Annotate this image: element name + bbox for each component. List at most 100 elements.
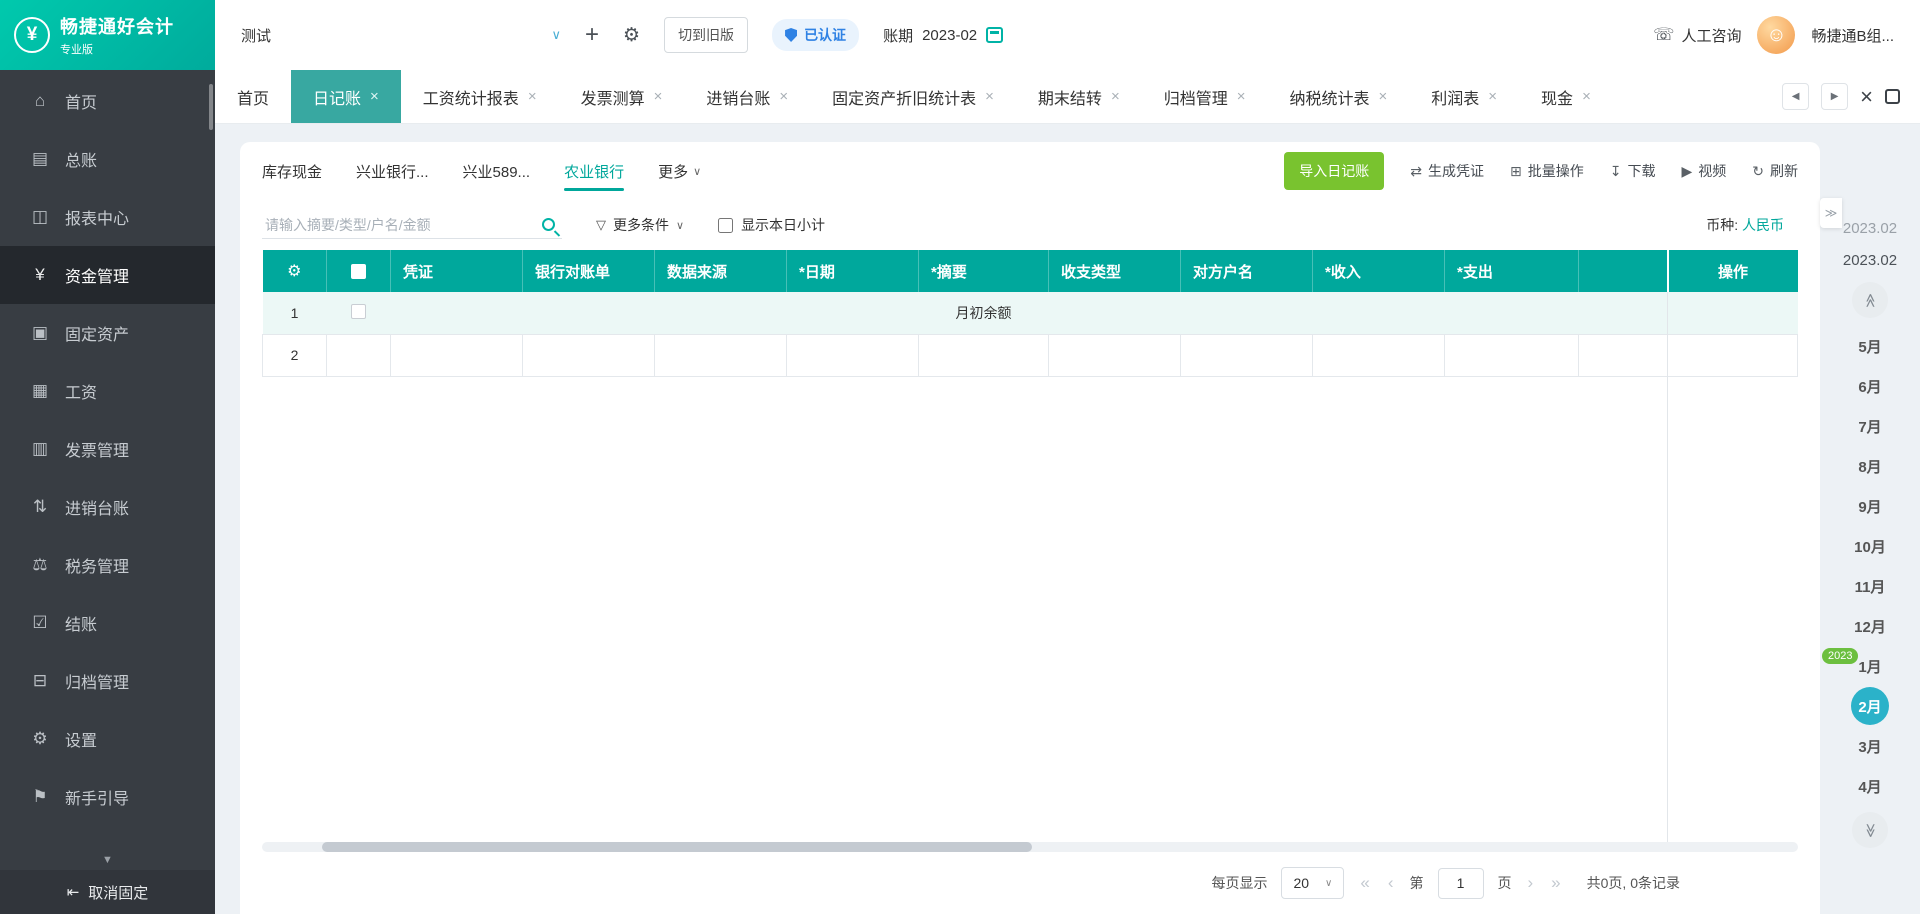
import-journal-button[interactable]: 导入日记账 (1284, 152, 1385, 190)
generate-voucher-button[interactable]: ⇄ 生成凭证 (1410, 161, 1484, 181)
sidebar-item-purchase-sales-ledger[interactable]: ⇅ 进销台账 (0, 478, 215, 536)
tab-cash[interactable]: 现金 × (1519, 70, 1613, 123)
user-name[interactable]: 畅捷通B组... (1811, 25, 1894, 46)
tab-profit-statement[interactable]: 利润表 × (1409, 70, 1519, 123)
sidebar-item-archive-management[interactable]: ⊟ 归档管理 (0, 652, 215, 710)
sidebar-item-general-ledger[interactable]: ▤ 总账 (0, 130, 215, 188)
close-icon[interactable]: × (1111, 88, 1120, 105)
close-icon[interactable]: × (654, 88, 663, 105)
tab-tax-report[interactable]: 纳税统计表 × (1267, 70, 1409, 123)
tab-purchase-sales-ledger[interactable]: 进销台账 × (684, 70, 810, 123)
months-scroll-up-button[interactable]: ≪ (1852, 282, 1888, 318)
entry-cell[interactable] (522, 333, 655, 377)
selected-period[interactable]: 2023.02 (1843, 252, 1897, 269)
video-button[interactable]: ▶ 视频 (1681, 161, 1726, 181)
month-item-march[interactable]: 3月 (1840, 726, 1900, 766)
close-all-tabs-button[interactable]: × (1860, 85, 1873, 108)
column-settings-gear-icon[interactable]: ⚙ (287, 263, 301, 280)
month-item-may[interactable]: 5月 (1840, 326, 1900, 366)
month-item-august[interactable]: 8月 (1840, 446, 1900, 486)
workspace-selector[interactable]: 测试 ∨ (241, 25, 561, 46)
month-item-october[interactable]: 10月 (1840, 526, 1900, 566)
avatar[interactable]: ☺ (1757, 16, 1796, 54)
entry-cell[interactable] (1667, 333, 1798, 377)
entry-cell[interactable] (1048, 333, 1181, 377)
sidebar-item-fixed-assets[interactable]: ▣ 固定资产 (0, 304, 215, 362)
entry-cell[interactable] (786, 333, 919, 377)
page-number-input[interactable] (1437, 867, 1484, 899)
subtab-cash-on-hand[interactable]: 库存现金 (262, 142, 322, 200)
cancel-pin-button[interactable]: ⇤ 取消固定 (0, 870, 215, 914)
select-all-checkbox[interactable] (351, 264, 366, 280)
month-item-february-active[interactable]: 2月 (1851, 687, 1889, 725)
show-daily-subtotal-checkbox[interactable] (718, 217, 734, 233)
row-checkbox[interactable] (351, 303, 366, 319)
entry-cell[interactable] (326, 333, 391, 377)
sidebar-scrollbar[interactable] (209, 84, 213, 130)
first-page-button[interactable]: « (1358, 873, 1371, 893)
month-item-april[interactable]: 4月 (1840, 766, 1900, 806)
month-item-september[interactable]: 9月 (1840, 486, 1900, 526)
panel-collapse-icon[interactable]: ≫ (1820, 198, 1842, 228)
tab-journal[interactable]: 日记账 × (291, 70, 401, 123)
tab-invoice-estimate[interactable]: 发票测算 × (559, 70, 685, 123)
horizontal-scrollbar[interactable] (262, 842, 1798, 852)
entry-cell[interactable] (1312, 333, 1445, 377)
sidebar-item-home[interactable]: ⌂ 首页 (0, 72, 215, 130)
tab-period-end-transfer[interactable]: 期末结转 × (1016, 70, 1142, 123)
close-icon[interactable]: × (1237, 88, 1246, 105)
entry-cell[interactable] (1578, 333, 1668, 377)
entry-cell[interactable] (390, 333, 523, 377)
download-button[interactable]: ↧ 下载 (1610, 161, 1656, 181)
close-icon[interactable]: × (1379, 88, 1388, 105)
sidebar-item-beginner-guide[interactable]: ⚑ 新手引导 (0, 768, 215, 826)
close-icon[interactable]: × (528, 88, 537, 105)
close-icon[interactable]: × (1582, 88, 1591, 105)
support-button[interactable]: ☏ 人工咨询 (1653, 25, 1741, 46)
sidebar-item-fund-management[interactable]: ¥ 资金管理 (0, 246, 215, 304)
search-icon[interactable] (542, 218, 555, 231)
horizontal-scrollbar-thumb[interactable] (322, 842, 1032, 852)
batch-operation-button[interactable]: ⊞ 批量操作 (1510, 161, 1584, 181)
close-icon[interactable]: × (370, 88, 379, 105)
entry-cell[interactable] (918, 333, 1049, 377)
accounting-period[interactable]: 账期 2023-02 (883, 25, 1004, 46)
sidebar-item-invoice-management[interactable]: ▥ 发票管理 (0, 420, 215, 478)
refresh-button[interactable]: ↻ 刷新 (1752, 161, 1798, 181)
tab-depreciation-report[interactable]: 固定资产折旧统计表 × (810, 70, 1016, 123)
previous-page-button[interactable]: ‹ (1386, 873, 1396, 893)
close-icon[interactable]: × (1488, 88, 1497, 105)
subtab-xingye-589[interactable]: 兴业589... (463, 142, 531, 200)
subtab-more[interactable]: 更多 ∨ (658, 142, 701, 200)
tab-scroll-right-button[interactable]: ▶ (1821, 83, 1849, 110)
currency-value[interactable]: 人民币 (1742, 217, 1784, 233)
sidebar-item-settings[interactable]: ⚙ 设置 (0, 710, 215, 768)
subtab-agricultural-bank[interactable]: 农业银行 (564, 142, 625, 200)
fullscreen-icon[interactable] (1885, 89, 1900, 104)
subtab-xingye-bank[interactable]: 兴业银行... (356, 142, 429, 200)
tab-archive-management[interactable]: 归档管理 × (1142, 70, 1268, 123)
search-input[interactable] (265, 216, 542, 233)
entry-cell[interactable] (654, 333, 787, 377)
gear-icon[interactable]: ⚙ (623, 24, 640, 47)
month-item-november[interactable]: 11月 (1840, 566, 1900, 606)
entry-cell[interactable] (1444, 333, 1579, 377)
entry-cell[interactable] (1180, 333, 1313, 377)
per-page-select[interactable]: 20 ∨ (1281, 867, 1345, 899)
close-icon[interactable]: × (779, 88, 788, 105)
more-conditions-button[interactable]: ▽ 更多条件 ∨ (596, 215, 684, 235)
sidebar-item-report-center[interactable]: ◫ 报表中心 (0, 188, 215, 246)
sidebar-scroll-down-icon[interactable]: ▼ (0, 850, 215, 870)
sidebar-item-closing[interactable]: ☑ 结账 (0, 594, 215, 652)
month-item-july[interactable]: 7月 (1840, 406, 1900, 446)
sidebar-item-payroll[interactable]: ▦ 工资 (0, 362, 215, 420)
tab-home[interactable]: 首页 (215, 70, 291, 123)
next-page-button[interactable]: › (1526, 873, 1536, 893)
tab-payroll-report[interactable]: 工资统计报表 × (401, 70, 559, 123)
switch-old-version-button[interactable]: 切到旧版 (664, 17, 749, 53)
sidebar-item-tax-management[interactable]: ⚖ 税务管理 (0, 536, 215, 594)
month-item-june[interactable]: 6月 (1840, 366, 1900, 406)
tab-scroll-left-button[interactable]: ◀ (1782, 83, 1810, 110)
close-icon[interactable]: × (985, 88, 994, 105)
last-page-button[interactable]: » (1549, 873, 1562, 893)
